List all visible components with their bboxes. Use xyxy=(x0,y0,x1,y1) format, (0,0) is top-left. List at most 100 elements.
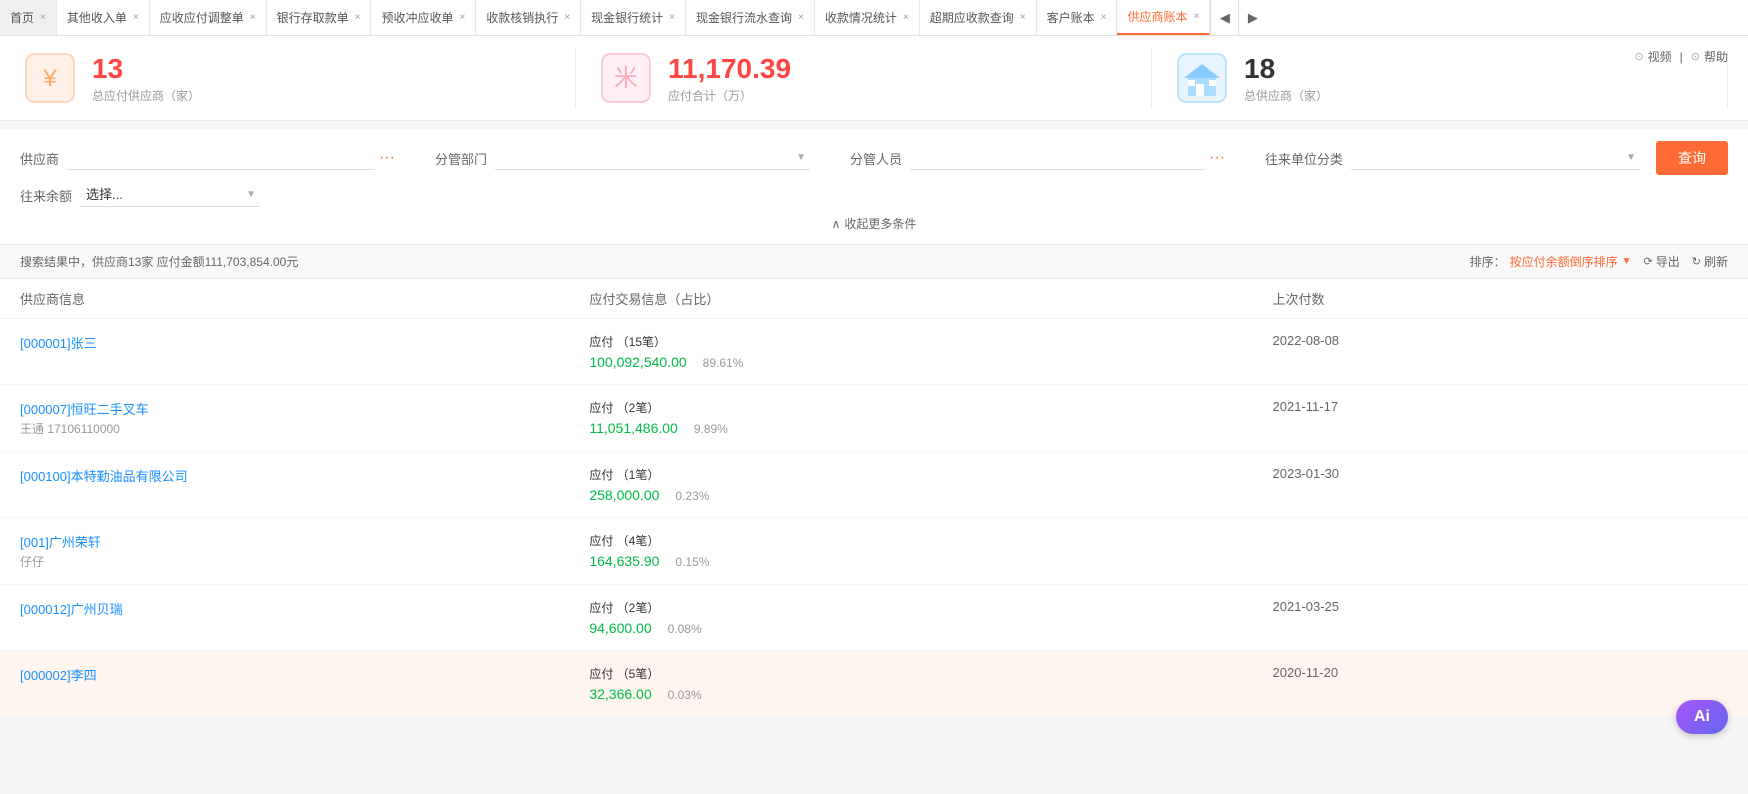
tab-receipt-verify[interactable]: 收款核销执行 × xyxy=(476,0,581,35)
tab-ar-ap-adjust[interactable]: 应收应付调整单 × xyxy=(150,0,267,35)
payable-amount-link-2[interactable]: 11,051,486.00 xyxy=(589,420,678,436)
tab-receipt-stat-close[interactable]: × xyxy=(903,12,909,23)
payable-count-2: 应付 （2笔） xyxy=(589,399,1272,416)
category-filter-select[interactable] xyxy=(1351,146,1626,169)
payable-count-4: 应付 （4笔） xyxy=(589,532,1272,549)
payable-amount-link-1[interactable]: 100,092,540.00 xyxy=(589,354,686,370)
balance-select-wrapper: 选择... ▼ xyxy=(80,183,260,207)
tab-customer-ledger-label: 客户账本 xyxy=(1047,9,1095,26)
payable-info-cell-1: 应付 （15笔） 100,092,540.00 89.61% xyxy=(589,333,1272,370)
payable-percent-5: 0.08% xyxy=(668,622,702,636)
payable-amount-link-5[interactable]: 94,600.00 xyxy=(589,620,651,636)
payable-amount-value: 11,170.39 xyxy=(668,53,791,85)
last-payment-date-5: 2021-03-25 xyxy=(1273,579,1340,614)
tab-supplier-ledger[interactable]: 供应商账本 × xyxy=(1117,0,1210,35)
tab-other-income-close[interactable]: × xyxy=(133,12,139,23)
tab-supplier-ledger-close[interactable]: × xyxy=(1193,11,1199,22)
payable-percent-2: 9.89% xyxy=(694,422,728,436)
filter-person: 分管人员 ··· xyxy=(850,146,1225,170)
payable-row-4: 164,635.90 0.15% xyxy=(589,553,1272,569)
tab-home-label: 首页 xyxy=(10,9,34,26)
tab-bank-deposit-label: 银行存取款单 xyxy=(277,9,349,26)
help-link[interactable]: 帮助 xyxy=(1704,48,1728,65)
table-body: [000001]张三 应付 （15笔） 100,092,540.00 89.61… xyxy=(0,319,1748,716)
tab-prepay-ar-label: 预收冲应收单 xyxy=(381,9,453,26)
export-button[interactable]: ⟳ 导出 xyxy=(1644,253,1680,270)
supplier-name-link-4[interactable]: [001]广州荣轩 xyxy=(20,535,101,550)
table-row: [000012]广州贝瑞 应付 （2笔） 94,600.00 0.08% 202… xyxy=(0,585,1748,651)
refresh-label: 刷新 xyxy=(1704,253,1728,270)
header-payable-info: 应付交易信息（占比） xyxy=(589,289,1272,308)
dept-filter-select[interactable] xyxy=(495,146,796,169)
supplier-name-link-5[interactable]: [000012]广州贝瑞 xyxy=(20,602,123,617)
video-link[interactable]: 视频 xyxy=(1648,48,1672,65)
ai-button-wrapper: Ai xyxy=(1676,700,1728,734)
supplier-filter-dots[interactable]: ··· xyxy=(379,149,395,167)
payable-row-3: 258,000.00 0.23% xyxy=(589,487,1272,503)
supplier-filter-input[interactable] xyxy=(67,146,375,170)
payable-percent-6: 0.03% xyxy=(668,688,702,702)
payable-row-6: 32,366.00 0.03% xyxy=(589,686,1272,702)
top-right-links: ⊙ 视频 | ⊙ 帮助 xyxy=(1634,48,1728,65)
sort-section: 排序： 按应付余额倒序排序 ▼ xyxy=(1470,253,1632,270)
svg-text:¥: ¥ xyxy=(42,65,57,92)
tab-customer-ledger[interactable]: 客户账本 × xyxy=(1037,0,1118,35)
tab-bank-deposit[interactable]: 银行存取款单 × xyxy=(267,0,372,35)
person-filter-dots[interactable]: ··· xyxy=(1209,149,1225,167)
tab-overdue-ar[interactable]: 超期应收款查询 × xyxy=(920,0,1037,35)
last-payment-cell-3: 2023-01-30 xyxy=(1273,466,1728,481)
tab-other-income-label: 其他收入单 xyxy=(67,9,127,26)
payable-amount-link-3[interactable]: 258,000.00 xyxy=(589,487,659,503)
export-icon: ⟳ xyxy=(1644,255,1653,268)
result-summary: 搜索结果中，供应商13家 应付金额111,703,854.00元 xyxy=(20,253,298,270)
payable-percent-4: 0.15% xyxy=(675,555,709,569)
balance-filter-select[interactable]: 选择... xyxy=(80,183,246,206)
tab-prepay-ar[interactable]: 预收冲应收单 × xyxy=(371,0,476,35)
tab-other-income[interactable]: 其他收入单 × xyxy=(57,0,150,35)
payable-suppliers-info: 13 总应付供应商（家） xyxy=(92,53,200,104)
refresh-button[interactable]: ↻ 刷新 xyxy=(1692,253,1728,270)
tab-receipt-stat-label: 收款情况统计 xyxy=(825,9,897,26)
supplier-sub-4: 仔仔 xyxy=(20,553,589,570)
tab-cash-flow-query-close[interactable]: × xyxy=(798,12,804,23)
payable-amount-link-4[interactable]: 164,635.90 xyxy=(589,553,659,569)
supplier-name-link-3[interactable]: [000100]本特勤油品有限公司 xyxy=(20,469,188,484)
tab-home-close[interactable]: × xyxy=(40,12,46,23)
tab-customer-ledger-close[interactable]: × xyxy=(1101,12,1107,23)
supplier-name-link-2[interactable]: [000007]恒旺二手叉车 xyxy=(20,402,149,417)
supplier-name-link-1[interactable]: [000001]张三 xyxy=(20,336,97,351)
tab-prepay-ar-close[interactable]: × xyxy=(459,12,465,23)
tab-ar-ap-adjust-label: 应收应付调整单 xyxy=(160,9,244,26)
last-payment-date-2: 2021-11-17 xyxy=(1273,379,1339,414)
tab-cash-flow-query-label: 现金银行流水查询 xyxy=(696,9,792,26)
result-bar: 搜索结果中，供应商13家 应付金额111,703,854.00元 排序： 按应付… xyxy=(0,245,1748,279)
sort-value[interactable]: 按应付余额倒序排序 xyxy=(1510,253,1618,270)
tab-home[interactable]: 首页 × xyxy=(0,0,57,35)
filter-balance: 往来余额 选择... ▼ xyxy=(20,183,1728,207)
query-button[interactable]: 查询 xyxy=(1656,141,1728,175)
supplier-name-link-6[interactable]: [000002]李四 xyxy=(20,668,97,683)
collapse-button[interactable]: ∧ 收起更多条件 xyxy=(20,215,1728,232)
nav-prev-arrow[interactable]: ◀ xyxy=(1210,0,1238,35)
payable-amount-link-6[interactable]: 32,366.00 xyxy=(589,686,651,702)
person-filter-input[interactable] xyxy=(910,146,1205,170)
filter-row-1: 供应商 ··· 分管部门 ▼ 分管人员 ··· 往来单位分类 xyxy=(20,141,1728,175)
table-row: [000100]本特勤油品有限公司 应付 （1笔） 258,000.00 0.2… xyxy=(0,452,1748,518)
supplier-info-cell-6: [000002]李四 xyxy=(20,665,589,684)
tab-bank-deposit-close[interactable]: × xyxy=(355,12,361,23)
tab-cash-flow-query[interactable]: 现金银行流水查询 × xyxy=(686,0,815,35)
supplier-info-cell-3: [000100]本特勤油品有限公司 xyxy=(20,466,589,485)
ai-button[interactable]: Ai xyxy=(1676,700,1728,734)
tab-ar-ap-adjust-close[interactable]: × xyxy=(250,12,256,23)
sort-dropdown-arrow: ▼ xyxy=(1622,256,1632,267)
payable-count-5: 应付 （2笔） xyxy=(589,599,1272,616)
tab-cash-bank-stat[interactable]: 现金银行统计 × xyxy=(581,0,686,35)
tab-receipt-verify-label: 收款核销执行 xyxy=(486,9,558,26)
stat-payable-amount: 米 11,170.39 应付合计（万） xyxy=(576,48,1152,108)
nav-next-arrow[interactable]: ▶ xyxy=(1238,0,1266,35)
tab-cash-bank-stat-close[interactable]: × xyxy=(669,12,675,23)
tab-overdue-ar-close[interactable]: × xyxy=(1020,12,1026,23)
payable-info-cell-3: 应付 （1笔） 258,000.00 0.23% xyxy=(589,466,1272,503)
tab-receipt-verify-close[interactable]: × xyxy=(564,12,570,23)
tab-receipt-stat[interactable]: 收款情况统计 × xyxy=(815,0,920,35)
